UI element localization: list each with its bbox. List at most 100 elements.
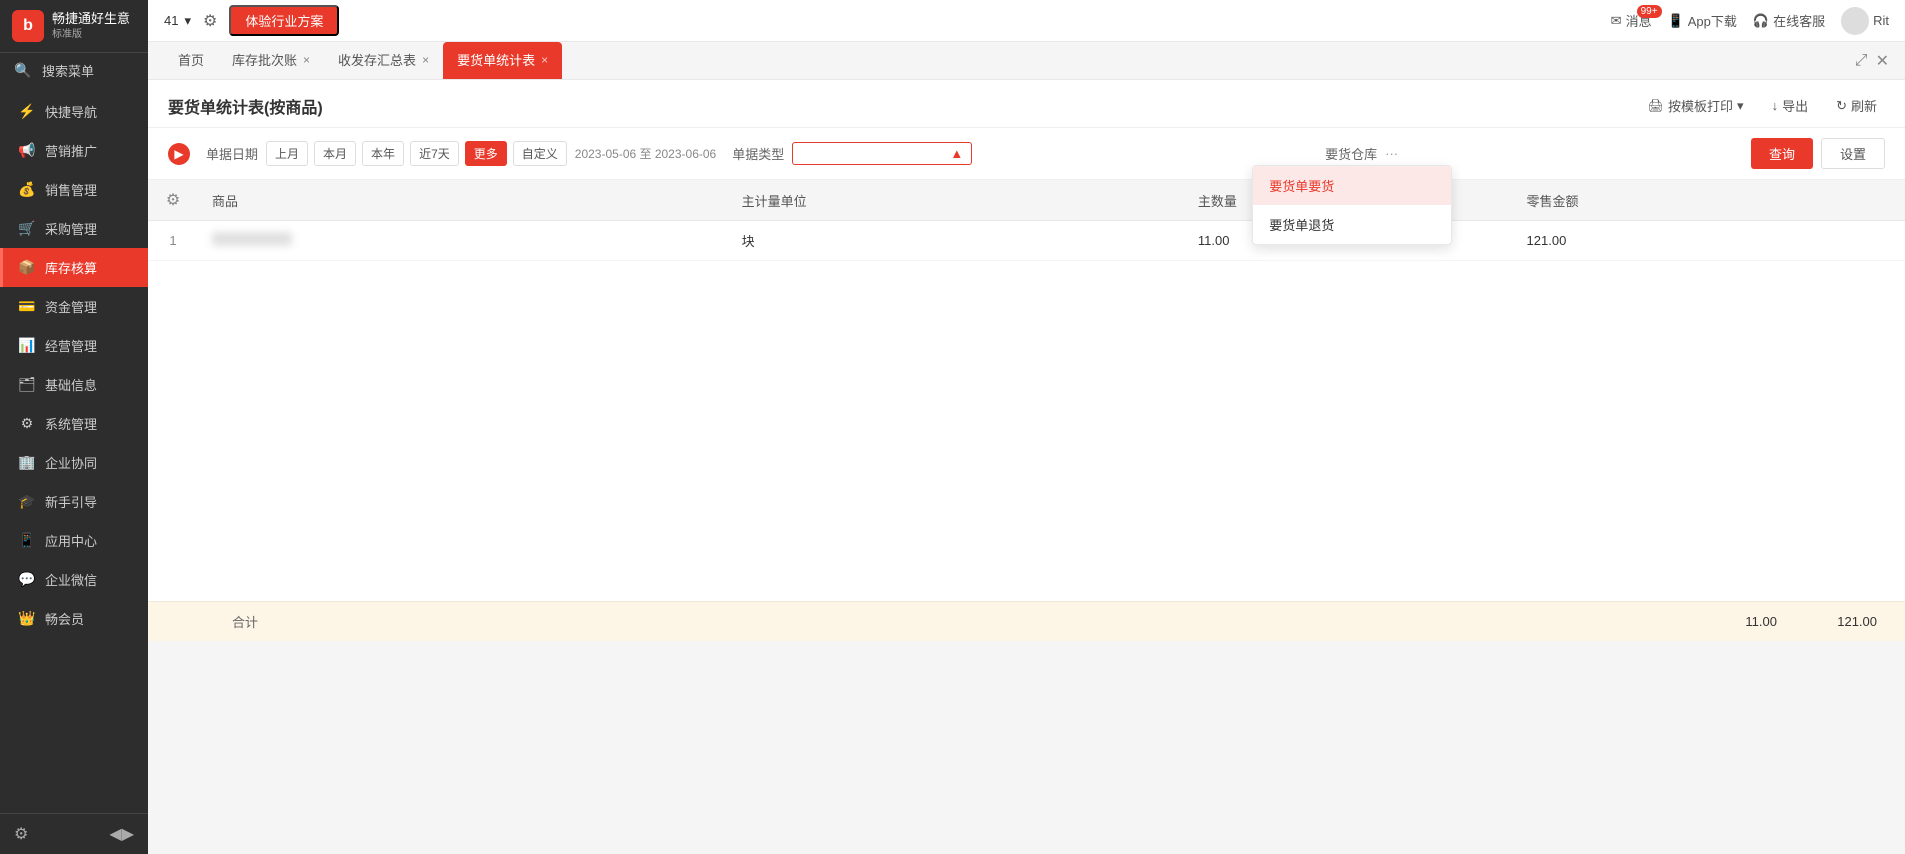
footer-amount: 121.00 bbox=[1811, 614, 1891, 629]
custom-date-btn[interactable]: 自定义 bbox=[513, 141, 567, 166]
tab-order-summary[interactable]: 要货单统计表 × bbox=[443, 42, 562, 79]
sidebar-item-label: 快捷导航 bbox=[45, 102, 97, 121]
tab-maximize-icon[interactable]: ⤢ bbox=[1855, 52, 1868, 70]
filter-expand-btn[interactable]: ▶ bbox=[168, 143, 190, 165]
sidebar-item-shortcut[interactable]: ⚡ 快捷导航 bbox=[0, 92, 148, 131]
main-content: 41 ▾ ⚙ 体验行业方案 ✉ 消息 99+ 📱 App下载 🎧 在线客服 R bbox=[148, 0, 1905, 854]
promo-button[interactable]: 体验行业方案 bbox=[229, 5, 339, 36]
table-header: ⚙ 商品 主计量单位 主数量 零售金额 bbox=[148, 180, 1905, 221]
store-selector[interactable]: 41 ▾ bbox=[164, 13, 191, 29]
print-btn[interactable]: 🖨 按模板打印 ▾ bbox=[1640, 92, 1752, 119]
tab-inventory-batch-close[interactable]: × bbox=[303, 53, 310, 67]
tab-home-label: 首页 bbox=[178, 50, 204, 69]
sidebar-item-basic[interactable]: 🗂基础信息 bbox=[0, 365, 148, 404]
refresh-btn[interactable]: ↻ 刷新 bbox=[1828, 92, 1885, 119]
settings-btn[interactable]: 设置 bbox=[1821, 138, 1885, 169]
collapse-icon[interactable]: ◀▶ bbox=[109, 824, 134, 844]
type-select-value bbox=[801, 146, 805, 161]
message-btn[interactable]: ✉ 消息 99+ bbox=[1611, 11, 1652, 30]
dropdown-item-order-return-label: 要货单退货 bbox=[1269, 218, 1334, 233]
app-download-label: App下载 bbox=[1688, 11, 1737, 30]
tab-receive-summary-close[interactable]: × bbox=[422, 53, 429, 67]
col-settings-icon[interactable]: ⚙ bbox=[166, 192, 180, 209]
purchase-icon: 🛒 bbox=[17, 220, 37, 237]
basic-icon: 🗂 bbox=[17, 376, 37, 393]
sidebar-item-label: 系统管理 bbox=[45, 414, 97, 433]
apps-icon: 📱 bbox=[17, 532, 37, 549]
settings-icon[interactable]: ⚙ bbox=[14, 824, 28, 844]
last-7days-btn[interactable]: 近7天 bbox=[410, 141, 459, 166]
tab-inventory-batch-label: 库存批次账 bbox=[232, 50, 297, 69]
this-year-btn[interactable]: 本年 bbox=[362, 141, 404, 166]
topbar-settings-icon[interactable]: ⚙ bbox=[203, 11, 217, 31]
sidebar-item-guide[interactable]: 🎓新手引导 bbox=[0, 482, 148, 521]
tab-close-all-icon[interactable]: ✕ bbox=[1876, 51, 1889, 71]
page-header: 要货单统计表(按商品) 🖨 按模板打印 ▾ ↓ 导出 ↻ 刷新 bbox=[148, 80, 1905, 128]
dropdown-item-order-goods-label: 要货单要货 bbox=[1269, 179, 1334, 194]
refresh-icon: ↻ bbox=[1836, 98, 1847, 114]
print-label: 按模板打印 bbox=[1668, 96, 1733, 115]
dropdown-item-order-return[interactable]: 要货单退货 bbox=[1253, 205, 1451, 244]
sales-icon: 💰 bbox=[17, 181, 37, 198]
search-menu[interactable]: 🔍 搜索菜单 bbox=[0, 53, 148, 88]
chevron-up-icon: ▲ bbox=[950, 146, 963, 161]
type-select[interactable]: ▲ bbox=[792, 142, 972, 165]
row-unit: 块 bbox=[728, 221, 1184, 261]
tab-receive-summary[interactable]: 收发存汇总表 × bbox=[324, 42, 443, 79]
export-btn[interactable]: ↓ 导出 bbox=[1764, 92, 1817, 119]
dropdown-item-order-goods[interactable]: 要货单要货 bbox=[1253, 166, 1451, 205]
finance-icon: 💳 bbox=[17, 298, 37, 315]
this-month-btn[interactable]: 本月 bbox=[314, 141, 356, 166]
sidebar-item-sales[interactable]: 💰销售管理 bbox=[0, 170, 148, 209]
store-number: 41 bbox=[164, 13, 178, 28]
app-logo: b 畅捷通好生意 标准版 bbox=[0, 0, 148, 53]
prev-month-btn[interactable]: 上月 bbox=[266, 141, 308, 166]
inventory-icon: 📦 bbox=[17, 259, 37, 276]
sidebar-item-member[interactable]: 👑畅会员 bbox=[0, 599, 148, 638]
export-icon: ↓ bbox=[1772, 98, 1779, 113]
sidebar-item-apps[interactable]: 📱应用中心 bbox=[0, 521, 148, 560]
search-icon: 🔍 bbox=[14, 62, 34, 79]
shortcut-icon: ⚡ bbox=[17, 103, 37, 120]
phone-icon: 📱 bbox=[1668, 13, 1684, 29]
more-dates-btn[interactable]: 更多 bbox=[465, 141, 507, 166]
sidebar-item-marketing[interactable]: 📢营销推广 bbox=[0, 131, 148, 170]
sidebar-item-finance[interactable]: 💳资金管理 bbox=[0, 287, 148, 326]
avatar-img bbox=[1841, 7, 1869, 35]
footer-quantity: 11.00 bbox=[1711, 614, 1791, 629]
query-btn[interactable]: 查询 bbox=[1751, 138, 1813, 169]
page-title: 要货单统计表(按商品) bbox=[168, 94, 323, 118]
support-btn[interactable]: 🎧 在线客服 bbox=[1753, 11, 1825, 30]
tab-order-summary-close[interactable]: × bbox=[541, 53, 548, 67]
sidebar-item-label: 企业微信 bbox=[45, 570, 97, 589]
sidebar-item-label: 企业协同 bbox=[45, 453, 97, 472]
warehouse-filter-label: 要货仓库 bbox=[1325, 144, 1377, 163]
page-inner: 要货单统计表(按商品) 🖨 按模板打印 ▾ ↓ 导出 ↻ 刷新 bbox=[148, 80, 1905, 641]
sidebar-item-wechat[interactable]: 💬企业微信 bbox=[0, 560, 148, 599]
warehouse-filter-group: 要货仓库 ··· bbox=[1325, 144, 1398, 163]
chevron-down-icon: ▾ bbox=[184, 13, 191, 29]
table-container: ⚙ 商品 主计量单位 主数量 零售金额 1 bbox=[148, 180, 1905, 261]
tab-order-summary-label: 要货单统计表 bbox=[457, 50, 535, 69]
guide-icon: 🎓 bbox=[17, 493, 37, 510]
print-chevron: ▾ bbox=[1737, 98, 1744, 114]
sidebar-item-purchase[interactable]: 🛒采购管理 bbox=[0, 209, 148, 248]
refresh-label: 刷新 bbox=[1851, 96, 1877, 115]
type-filter-label: 单据类型 bbox=[732, 144, 784, 163]
app-download-btn[interactable]: 📱 App下载 bbox=[1668, 11, 1737, 30]
headset-icon: 🎧 bbox=[1753, 13, 1769, 29]
tab-inventory-batch[interactable]: 库存批次账 × bbox=[218, 42, 324, 79]
sidebar-item-enterprise[interactable]: 🏢企业协同 bbox=[0, 443, 148, 482]
export-label: 导出 bbox=[1782, 96, 1808, 115]
topbar: 41 ▾ ⚙ 体验行业方案 ✉ 消息 99+ 📱 App下载 🎧 在线客服 R bbox=[148, 0, 1905, 42]
sidebar: b 畅捷通好生意 标准版 🔍 搜索菜单 ⚡ 快捷导航 📢营销推广💰销售管理🛒采购管理… bbox=[0, 0, 148, 854]
date-range-display: 2023-05-06 至 2023-06-06 bbox=[575, 145, 716, 162]
user-avatar[interactable]: Rit bbox=[1841, 7, 1889, 35]
sidebar-item-system[interactable]: ⚙系统管理 bbox=[0, 404, 148, 443]
warehouse-more-icon[interactable]: ··· bbox=[1385, 146, 1398, 161]
date-filter-group: 单据日期 上月 本月 本年 近7天 更多 自定义 2023-05-06 至 20… bbox=[206, 141, 716, 166]
tab-home[interactable]: 首页 bbox=[164, 42, 218, 79]
sidebar-item-operation[interactable]: 📊经营管理 bbox=[0, 326, 148, 365]
col-settings[interactable]: ⚙ bbox=[148, 180, 198, 221]
sidebar-item-inventory[interactable]: 📦库存核算 bbox=[0, 248, 148, 287]
